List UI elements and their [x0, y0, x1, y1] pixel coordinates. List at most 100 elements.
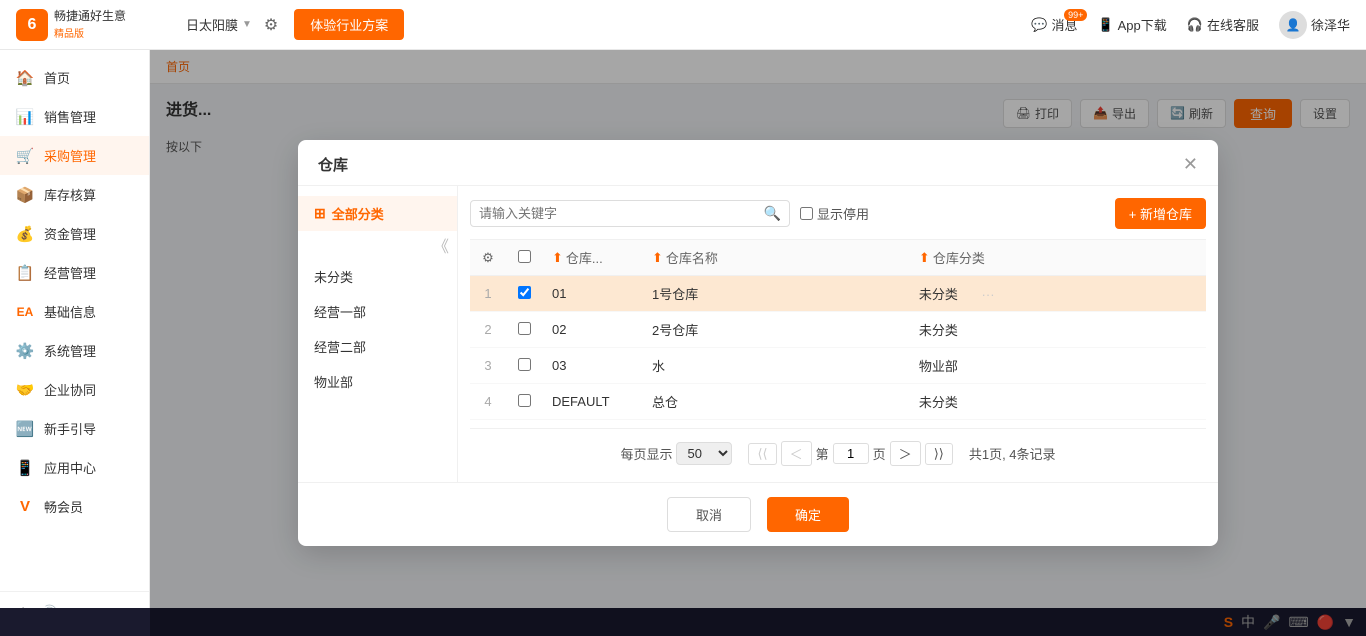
warehouse-table: ⚙ ⬆ 仓库...	[470, 239, 1206, 420]
th-check	[506, 240, 542, 276]
cat-item-unclassified[interactable]: 未分类	[298, 259, 457, 294]
row-category: 物业部	[909, 348, 1206, 384]
page-input[interactable]	[833, 443, 869, 464]
search-icon[interactable]: 🔍	[764, 205, 781, 222]
search-box: 🔍	[470, 200, 790, 227]
row-checkbox[interactable]	[518, 358, 531, 371]
sidebar-item-enterprise[interactable]: 🤝 企业协同	[0, 370, 149, 409]
table-row[interactable]: 1 01 1号仓库 未分类 ···	[470, 276, 1206, 312]
cancel-button[interactable]: 取消	[667, 497, 751, 532]
sidebar-label-newbie: 新手引导	[44, 419, 96, 438]
row-category: 未分类	[909, 312, 1206, 348]
sidebar-item-inventory[interactable]: 📦 库存核算	[0, 175, 149, 214]
table-row[interactable]: 4 DEFAULT 总仓 未分类	[470, 384, 1206, 420]
settings-icon[interactable]: ⚙	[264, 15, 278, 35]
basic-info-icon: EA	[16, 303, 34, 321]
online-service-label: 在线客服	[1207, 15, 1259, 34]
sort-icon: ⬆	[552, 250, 563, 266]
row-checkbox[interactable]	[518, 394, 531, 407]
sidebar-label-inventory: 库存核算	[44, 185, 96, 204]
per-page-select[interactable]: 50 20 100	[676, 442, 732, 465]
page-next-button[interactable]: ＞	[890, 441, 921, 466]
cat-label-all: 全部分类	[332, 204, 384, 223]
page-prev-button[interactable]: ＜	[781, 441, 812, 466]
message-icon: 💬	[1031, 17, 1047, 33]
row-checkbox-cell	[506, 384, 542, 420]
logo-sub: 精品版	[54, 25, 126, 40]
cat-label-dept2: 经营二部	[314, 337, 366, 356]
cat-label-unclassified: 未分类	[314, 267, 353, 286]
confirm-button[interactable]: 确定	[767, 497, 849, 532]
search-input[interactable]	[479, 206, 760, 221]
sidebar-item-sales[interactable]: 📊 销售管理	[0, 97, 149, 136]
sort-icon3: ⬆	[919, 250, 930, 266]
home-icon: 🏠	[16, 69, 34, 87]
sidebar-item-operations[interactable]: 📋 经营管理	[0, 253, 149, 292]
company-selector[interactable]: 日太阳膜 ▼	[186, 15, 252, 34]
row-name: 水	[642, 348, 909, 384]
row-category: 未分类 ···	[909, 276, 1206, 312]
sidebar-item-app-center[interactable]: 📱 应用中心	[0, 448, 149, 487]
logo-name: 畅捷通好生意	[54, 9, 126, 25]
sidebar-label-basic-info: 基础信息	[44, 302, 96, 321]
cat-item-dept2[interactable]: 经营二部	[298, 329, 457, 364]
th-name: ⬆ 仓库名称	[642, 240, 909, 276]
cat-item-all[interactable]: ⊞ 全部分类	[298, 196, 457, 231]
add-warehouse-button[interactable]: + 新增仓库	[1115, 198, 1206, 229]
th-category: ⬆ 仓库分类	[909, 240, 1206, 276]
collapse-icon[interactable]: 《	[433, 233, 449, 257]
row-checkbox-cell	[506, 348, 542, 384]
enterprise-icon: 🤝	[16, 381, 34, 399]
sidebar-item-vip[interactable]: V 畅会员	[0, 487, 149, 526]
modal-overlay: 仓库 ✕ ⊞ 全部分类 《 未分类	[150, 50, 1366, 636]
page-first-button[interactable]: ⟨⟨	[748, 443, 776, 465]
sidebar-item-purchase[interactable]: 🛒 采购管理	[0, 136, 149, 175]
finance-icon: 💰	[16, 225, 34, 243]
sidebar-item-home[interactable]: 🏠 首页	[0, 58, 149, 97]
user-item[interactable]: 👤 徐泽华	[1279, 11, 1350, 39]
logo-area: 6 畅捷通好生意 精品版	[16, 9, 166, 41]
select-all-checkbox[interactable]	[518, 250, 531, 263]
page-total: 共1页, 4条记录	[969, 444, 1056, 463]
cat-item-dept1[interactable]: 经营一部	[298, 294, 457, 329]
operations-icon: 📋	[16, 264, 34, 282]
th-code: ⬆ 仓库...	[542, 240, 642, 276]
th-gear: ⚙	[470, 240, 506, 276]
table-row[interactable]: 2 02 2号仓库 未分类	[470, 312, 1206, 348]
cat-label-dept1: 经营一部	[314, 302, 366, 321]
row-code: DEFAULT	[542, 384, 642, 420]
dialog-title: 仓库	[318, 154, 348, 175]
sidebar-item-basic-info[interactable]: EA 基础信息	[0, 292, 149, 331]
row-checkbox-cell	[506, 312, 542, 348]
sidebar-item-newbie[interactable]: 🆕 新手引导	[0, 409, 149, 448]
app-download-item[interactable]: 📱 App下载	[1097, 15, 1166, 34]
pagination-bar: 每页显示 50 20 100 ⟨⟨ ＜ 第	[470, 428, 1206, 470]
row-gear-cell: 3	[470, 348, 506, 384]
warehouse-dialog: 仓库 ✕ ⊞ 全部分类 《 未分类	[298, 140, 1218, 546]
headset-icon: 🎧	[1187, 17, 1203, 33]
header-right: 💬 消息 99+ 📱 App下载 🎧 在线客服 👤 徐泽华	[1031, 11, 1350, 39]
category-panel: ⊞ 全部分类 《 未分类 经营一部 经营二部	[298, 186, 458, 482]
row-checkbox[interactable]	[518, 322, 531, 335]
sidebar-item-finance[interactable]: 💰 资金管理	[0, 214, 149, 253]
show-disabled-label[interactable]: 显示停用	[800, 204, 869, 223]
table-row[interactable]: 3 03 水 物业部	[470, 348, 1206, 384]
sidebar-label-purchase: 采购管理	[44, 146, 96, 165]
row-more-icon: ···	[982, 287, 995, 302]
row-category: 未分类	[909, 384, 1206, 420]
cat-item-property[interactable]: 物业部	[298, 364, 457, 399]
sidebar-item-system[interactable]: ⚙️ 系统管理	[0, 331, 149, 370]
cat-label-property: 物业部	[314, 372, 353, 391]
page-suffix: 页	[873, 444, 886, 463]
row-name: 总仓	[642, 384, 909, 420]
app-center-icon: 📱	[16, 459, 34, 477]
online-service-item[interactable]: 🎧 在线客服	[1187, 15, 1259, 34]
show-disabled-checkbox[interactable]	[800, 207, 813, 220]
row-code: 01	[542, 276, 642, 312]
row-checkbox[interactable]	[518, 286, 531, 299]
page-last-button[interactable]: ⟩⟩	[925, 443, 953, 465]
trial-button[interactable]: 体验行业方案	[294, 9, 404, 40]
row-gear-cell: 2	[470, 312, 506, 348]
dialog-close-icon[interactable]: ✕	[1183, 154, 1198, 175]
message-item[interactable]: 💬 消息 99+	[1031, 15, 1077, 34]
